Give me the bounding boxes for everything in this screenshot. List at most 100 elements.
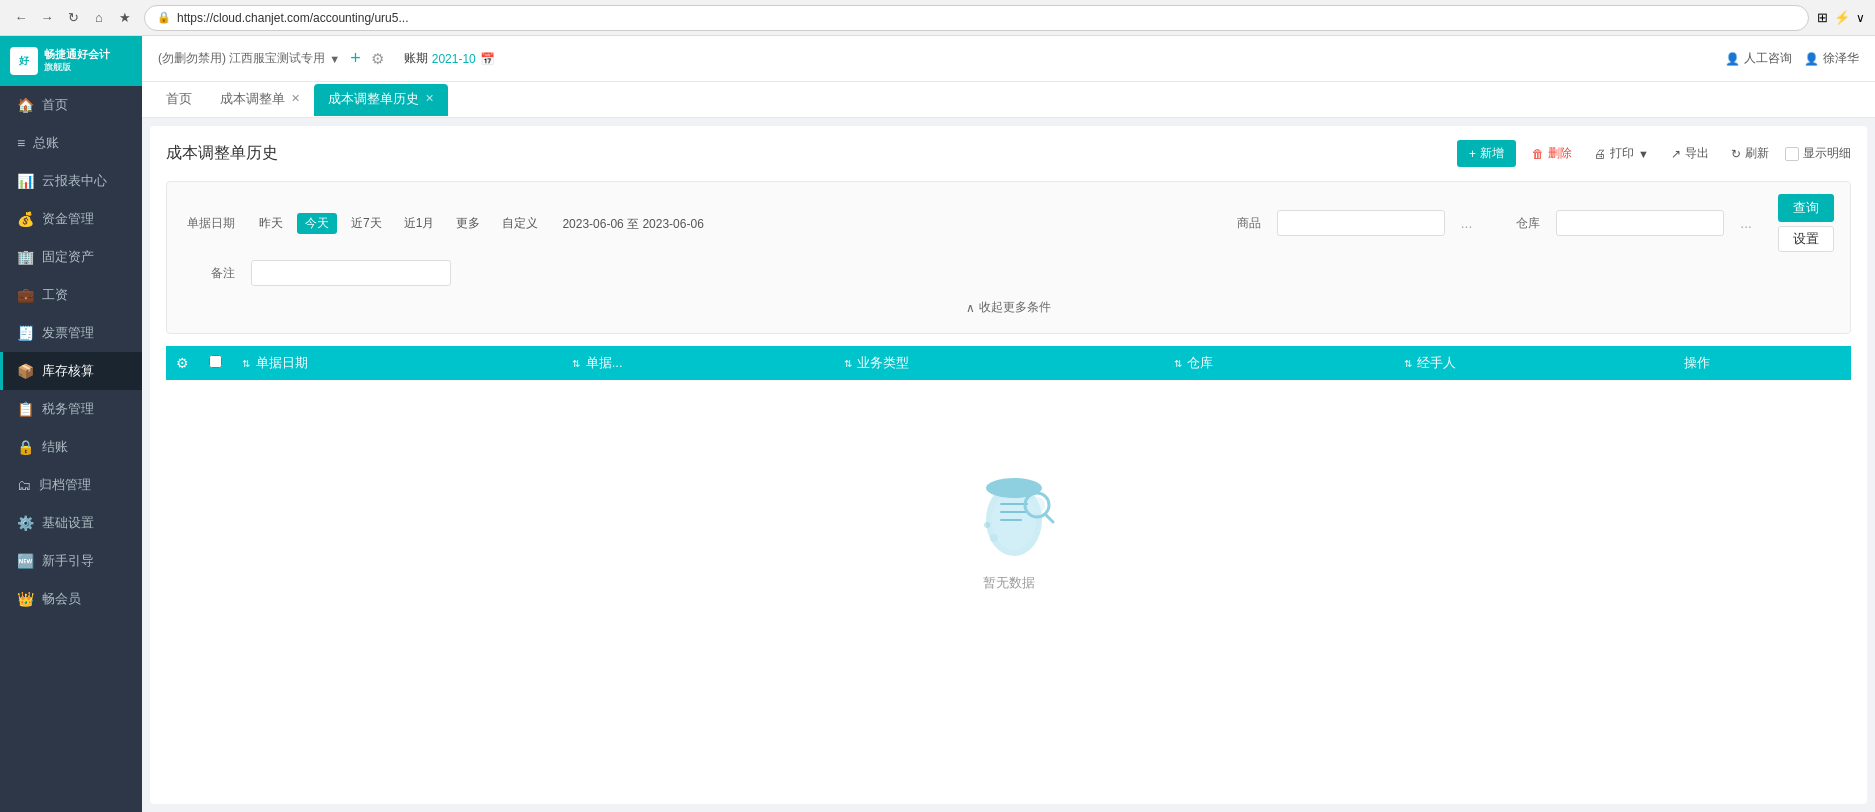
table-col-type[interactable]: ⇅ 业务类型	[834, 346, 1164, 380]
note-filter-input[interactable]	[251, 260, 451, 286]
sidebar-item-funds[interactable]: 💰 资金管理	[0, 200, 142, 238]
show-detail-checkbox[interactable]	[1785, 147, 1799, 161]
date-7days-btn[interactable]: 近7天	[343, 213, 390, 234]
calendar-icon[interactable]: 📅	[480, 52, 495, 66]
add-company-btn[interactable]: +	[350, 48, 361, 69]
date-more-btn[interactable]: 更多	[448, 213, 488, 234]
forward-btn[interactable]: →	[36, 7, 58, 29]
tab-cost-adjust-close[interactable]: ✕	[291, 92, 300, 105]
settings-gear-icon[interactable]: ⚙	[371, 50, 384, 68]
assets-icon: 🏢	[17, 249, 34, 265]
sidebar-item-archive[interactable]: 🗂 归档管理	[0, 466, 142, 504]
tab-cost-history[interactable]: 成本调整单历史 ✕	[314, 84, 448, 116]
table-checkbox-col[interactable]	[199, 346, 232, 380]
refresh-btn[interactable]: ↻	[62, 7, 84, 29]
col-warehouse-label: 仓库	[1187, 355, 1213, 370]
print-icon: 🖨	[1594, 147, 1606, 161]
delete-label: 删除	[1548, 145, 1572, 162]
sidebar-item-general[interactable]: ≡ 总账	[0, 124, 142, 162]
company-selector[interactable]: (勿删勿禁用) 江西服宝测试专用 ▼	[158, 50, 340, 67]
empty-text: 暂无数据	[983, 574, 1035, 592]
tab-cost-adjust[interactable]: 成本调整单 ✕	[206, 84, 314, 116]
table-select-all-checkbox[interactable]	[209, 355, 222, 368]
sidebar-item-reports[interactable]: 📊 云报表中心	[0, 162, 142, 200]
query-btn[interactable]: 查询	[1778, 194, 1834, 222]
tab-cost-history-close[interactable]: ✕	[425, 92, 434, 105]
sidebar-item-close[interactable]: 🔒 结账	[0, 428, 142, 466]
col-date-label: 单据日期	[256, 355, 308, 370]
period-label: 账期	[404, 50, 428, 67]
goods-filter-input[interactable]	[1277, 210, 1445, 236]
address-bar[interactable]: 🔒 https://cloud.chanjet.com/accounting/u…	[144, 5, 1809, 31]
header-actions: + 新增 🗑 删除 🖨 打印 ▼ ↗ 导出	[1457, 140, 1851, 167]
filter-settings-btn[interactable]: 设置	[1778, 226, 1834, 252]
reports-icon: 📊	[17, 173, 34, 189]
sidebar-logo: 好 畅捷通好会计 旗舰版	[0, 36, 142, 86]
date-1month-btn[interactable]: 近1月	[396, 213, 443, 234]
sidebar-item-settings[interactable]: ⚙️ 基础设置	[0, 504, 142, 542]
refresh-label: 刷新	[1745, 145, 1769, 162]
sidebar-item-assets[interactable]: 🏢 固定资产	[0, 238, 142, 276]
print-btn[interactable]: 🖨 打印 ▼	[1588, 141, 1655, 166]
delete-btn[interactable]: 🗑 删除	[1526, 141, 1578, 166]
goods-more-icon[interactable]: ...	[1461, 215, 1473, 231]
print-dropdown-icon[interactable]: ▼	[1638, 148, 1649, 160]
table-col-warehouse[interactable]: ⇅ 仓库	[1164, 346, 1394, 380]
warehouse-filter-input[interactable]	[1556, 210, 1724, 236]
sidebar-item-salary[interactable]: 💼 工资	[0, 276, 142, 314]
new-label: 新增	[1480, 145, 1504, 162]
table-col-number[interactable]: ⇅ 单据...	[562, 346, 834, 380]
date-today-btn[interactable]: 今天	[297, 213, 337, 234]
main-content: (勿删勿禁用) 江西服宝测试专用 ▼ + ⚙ 账期 2021-10 📅 👤 人工…	[142, 36, 1875, 812]
table-gear-icon[interactable]: ⚙	[176, 355, 189, 371]
sidebar-item-member[interactable]: 👑 畅会员	[0, 580, 142, 618]
tab-cost-history-label: 成本调整单历史	[328, 90, 419, 108]
export-btn[interactable]: ↗ 导出	[1665, 141, 1715, 166]
browser-ext-3[interactable]: ∨	[1856, 11, 1865, 25]
table-settings-col[interactable]: ⚙	[166, 346, 199, 380]
user-btn[interactable]: 👤 徐泽华	[1804, 50, 1859, 67]
sort-date-icon[interactable]: ⇅	[242, 358, 250, 369]
browser-nav[interactable]: ← → ↻ ⌂ ★	[10, 7, 136, 29]
col-number-label: 单据...	[586, 355, 623, 370]
sidebar-label-reports: 云报表中心	[42, 172, 107, 190]
browser-ext-2[interactable]: ⚡	[1834, 10, 1850, 25]
new-btn[interactable]: + 新增	[1457, 140, 1516, 167]
tab-home[interactable]: 首页	[152, 84, 206, 116]
refresh-btn[interactable]: ↻ 刷新	[1725, 141, 1775, 166]
top-bar: (勿删勿禁用) 江西服宝测试专用 ▼ + ⚙ 账期 2021-10 📅 👤 人工…	[142, 36, 1875, 82]
sidebar-item-invoice[interactable]: 🧾 发票管理	[0, 314, 142, 352]
table-col-handler[interactable]: ⇅ 经手人	[1394, 346, 1674, 380]
company-dropdown-icon[interactable]: ▼	[329, 53, 340, 65]
date-filter-label: 单据日期	[183, 215, 235, 232]
collapse-btn[interactable]: ∧ 收起更多条件	[183, 294, 1834, 321]
inventory-icon: 📦	[17, 363, 34, 379]
back-btn[interactable]: ←	[10, 7, 32, 29]
sort-type-icon[interactable]: ⇅	[844, 358, 852, 369]
sidebar-item-guide[interactable]: 🆕 新手引导	[0, 542, 142, 580]
sidebar-item-inventory[interactable]: 📦 库存核算	[0, 352, 142, 390]
sort-handler-icon[interactable]: ⇅	[1404, 358, 1412, 369]
home-icon: 🏠	[17, 97, 34, 113]
browser-ext-1[interactable]: ⊞	[1817, 10, 1828, 25]
sort-warehouse-icon[interactable]: ⇅	[1174, 358, 1182, 369]
service-btn[interactable]: 👤 人工咨询	[1725, 50, 1792, 67]
date-yesterday-btn[interactable]: 昨天	[251, 213, 291, 234]
refresh-icon: ↻	[1731, 147, 1741, 161]
sidebar-item-home[interactable]: 🏠 首页	[0, 86, 142, 124]
sort-number-icon[interactable]: ⇅	[572, 358, 580, 369]
page-header: 成本调整单历史 + 新增 🗑 删除 🖨 打印 ▼	[166, 140, 1851, 167]
funds-icon: 💰	[17, 211, 34, 227]
star-btn[interactable]: ★	[114, 7, 136, 29]
collapse-arrow-icon: ∧	[966, 301, 975, 315]
date-custom-btn[interactable]: 自定义	[494, 213, 546, 234]
sidebar-item-tax[interactable]: 📋 税务管理	[0, 390, 142, 428]
close-books-icon: 🔒	[17, 439, 34, 455]
table-col-date[interactable]: ⇅ 单据日期	[232, 346, 562, 380]
show-detail-area: 显示明细	[1785, 145, 1851, 162]
logo-sub: 旗舰版	[44, 61, 110, 74]
archive-icon: 🗂	[17, 477, 31, 493]
table-col-ops: 操作	[1674, 346, 1851, 380]
warehouse-more-icon[interactable]: ...	[1740, 215, 1752, 231]
home-btn[interactable]: ⌂	[88, 7, 110, 29]
